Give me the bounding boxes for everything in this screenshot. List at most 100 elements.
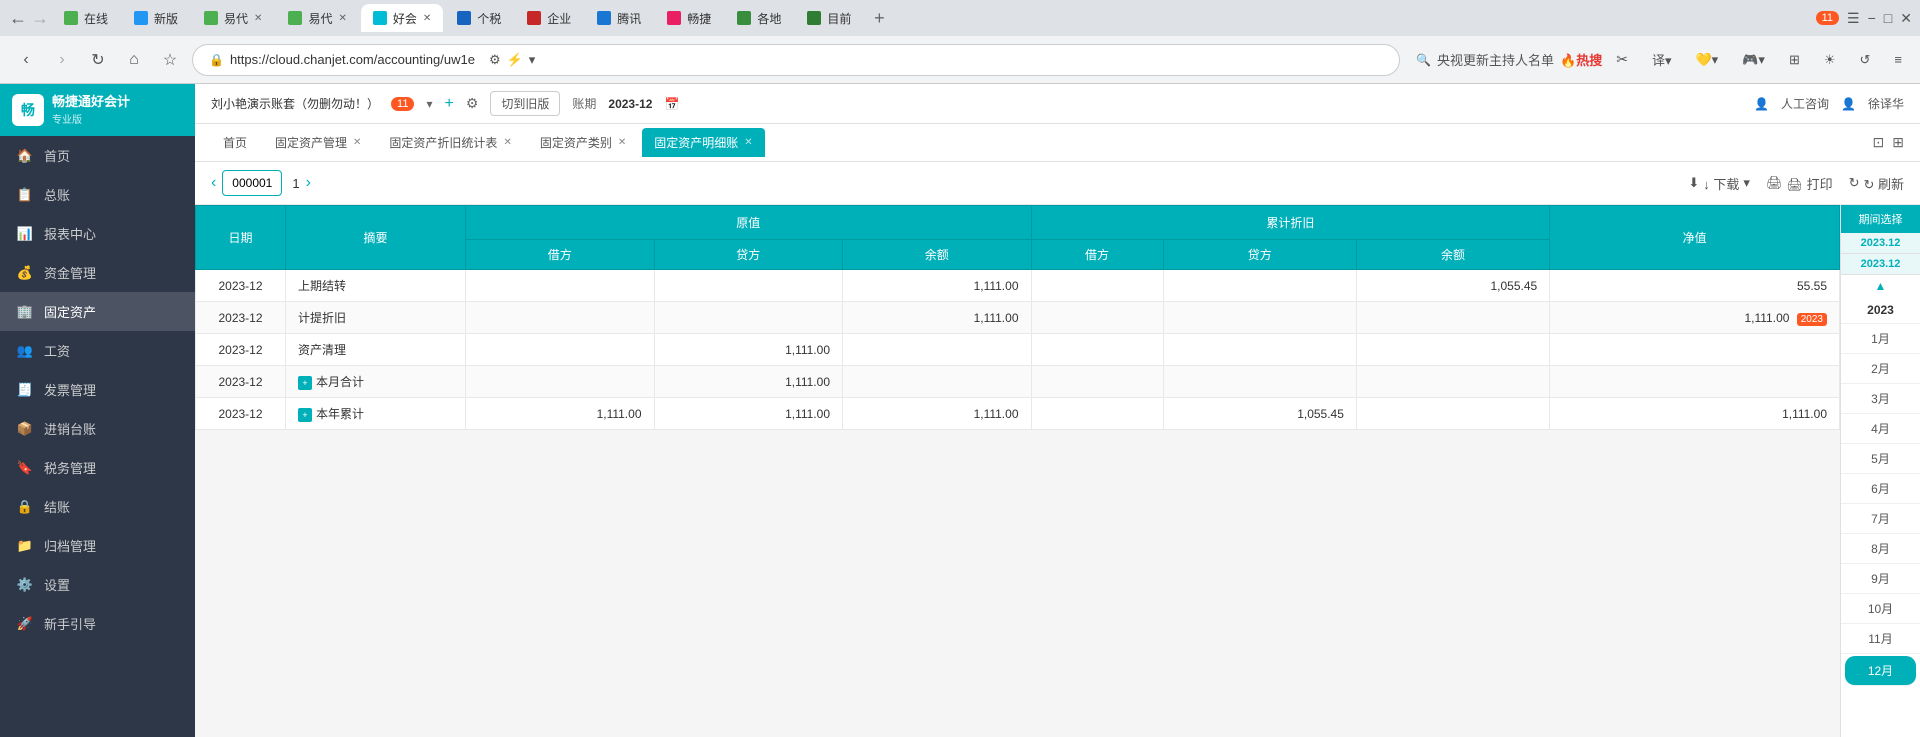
grid-tool[interactable]: ⊞ (1783, 48, 1806, 72)
close-tab-depreciation[interactable]: ✕ (503, 137, 511, 148)
period-month-11[interactable]: 11月 (1841, 624, 1920, 654)
browser-tab-xinban[interactable]: 新版 (122, 4, 190, 32)
refresh-nav-btn[interactable]: ↻ (84, 46, 112, 74)
page-number-input[interactable] (222, 170, 282, 196)
wallet-tool[interactable]: 💛▾ (1690, 48, 1725, 72)
account-dropdown-btn[interactable]: ▾ (426, 97, 432, 111)
add-account-btn[interactable]: + (444, 95, 453, 113)
cell-debit2 (1031, 270, 1163, 302)
dropdown-icon[interactable]: ▾ (529, 52, 536, 68)
period-month-10[interactable]: 10月 (1841, 594, 1920, 624)
prev-page-btn[interactable]: ‹ (211, 174, 216, 192)
browser-tab-tengxun[interactable]: 腾讯 (585, 4, 653, 32)
close-tab-fixed-mgmt[interactable]: ✕ (353, 137, 361, 148)
funds-icon: 💰 (16, 264, 34, 282)
period-scroll-up[interactable]: ▲ (1841, 275, 1920, 297)
calendar-icon[interactable]: 📅 (664, 97, 679, 111)
period-month-7[interactable]: 7月 (1841, 504, 1920, 534)
cell-debit1 (466, 302, 655, 334)
cell-credit1 (654, 270, 843, 302)
period-month-6[interactable]: 6月 (1841, 474, 1920, 504)
sidebar-item-ledger[interactable]: 📋 总账 (0, 175, 195, 214)
cell-date: 2023-12 (196, 302, 286, 334)
scissors-tool[interactable]: ✂ (1610, 47, 1634, 72)
sidebar-item-fixed-assets[interactable]: 🏢 固定资产 (0, 292, 195, 331)
period-year-2023[interactable]: 2023 (1841, 297, 1920, 324)
sidebar-item-funds[interactable]: 💰 资金管理 (0, 253, 195, 292)
download-dropdown-icon[interactable]: ▾ (1743, 175, 1750, 191)
sidebar-item-settings[interactable]: ⚙️ 设置 (0, 565, 195, 604)
period-month-12[interactable]: 12月 (1845, 656, 1916, 686)
brightness-tool[interactable]: ☀ (1818, 48, 1842, 72)
app-tab-depreciation[interactable]: 固定资产折旧统计表 ✕ (377, 128, 523, 157)
close-tab-category[interactable]: ✕ (618, 137, 626, 148)
browser-tab-changjie[interactable]: 畅捷 (655, 4, 723, 32)
browser-tab-yidai2[interactable]: 易代 ✕ (276, 4, 358, 32)
close-tab-detail[interactable]: ✕ (744, 137, 752, 148)
browser-tab-haohui[interactable]: 好会 ✕ (361, 4, 443, 32)
new-tab-btn[interactable]: + (865, 4, 893, 32)
close-tab-yidai2[interactable]: ✕ (338, 13, 346, 24)
app-tab-detail[interactable]: 固定资产明细账 ✕ (642, 128, 764, 157)
sidebar-item-home[interactable]: 🏠 首页 (0, 136, 195, 175)
switch-version-btn[interactable]: 切到旧版 (490, 91, 560, 116)
browser-tab-muqian[interactable]: 目前 (795, 4, 863, 32)
settings-header-btn[interactable]: ⚙ (466, 95, 479, 112)
browser-tab-zaixin[interactable]: 在线 (52, 4, 120, 32)
close-window-btn[interactable]: ✕ (1900, 10, 1912, 27)
menu-tool[interactable]: ≡ (1888, 48, 1908, 71)
period-month-3[interactable]: 3月 (1841, 384, 1920, 414)
tab-restore-icon[interactable]: ⊡ (1873, 134, 1885, 151)
sidebar-item-close-accounts[interactable]: 🔒 结账 (0, 487, 195, 526)
sidebar-item-invoice[interactable]: 🧾 发票管理 (0, 370, 195, 409)
translate-tool[interactable]: 译▾ (1646, 46, 1678, 73)
tab-expand-icon[interactable]: ⊞ (1892, 134, 1904, 151)
close-tab-yidai1[interactable]: ✕ (254, 13, 262, 24)
account-count-badge: 11 (391, 97, 414, 111)
period-month-8[interactable]: 8月 (1841, 534, 1920, 564)
app-tab-fixed-mgmt[interactable]: 固定资产管理 ✕ (263, 128, 373, 157)
maximize-btn[interactable]: □ (1884, 10, 1892, 26)
period-month-1[interactable]: 1月 (1841, 324, 1920, 354)
sidebar-item-reports[interactable]: 📊 报表中心 (0, 214, 195, 253)
browser-tab-geshui[interactable]: 个税 (445, 4, 513, 32)
browser-tab-qiye[interactable]: 企业 (515, 4, 583, 32)
sidebar-item-guide[interactable]: 🚀 新手引导 (0, 604, 195, 643)
period-month-9[interactable]: 9月 (1841, 564, 1920, 594)
support-label[interactable]: 人工咨询 (1781, 95, 1829, 112)
forward-btn[interactable]: → (30, 8, 50, 28)
back-btn[interactable]: ← (8, 8, 28, 28)
search-icon: 🔍 (1416, 53, 1431, 67)
minimize-btn[interactable]: − (1868, 10, 1876, 26)
period-month-4[interactable]: 4月 (1841, 414, 1920, 444)
content-toolbar: ‹ 1 › ⬇ ↓ 下载 ▾ 🖨 🖨 打印 ↻ ↻ 刷新 (195, 162, 1920, 205)
next-page-btn[interactable]: › (306, 174, 311, 192)
site-settings-icon[interactable]: ⚙ (489, 52, 501, 68)
refresh-btn[interactable]: ↻ ↻ 刷新 (1849, 174, 1904, 193)
app-tab-home[interactable]: 首页 (211, 128, 259, 157)
download-btn[interactable]: ⬇ ↓ 下载 ▾ (1688, 174, 1750, 193)
period-month-2[interactable]: 2月 (1841, 354, 1920, 384)
undo-tool[interactable]: ↺ (1854, 48, 1877, 72)
table-row: 2023-12 上期结转 1,111.00 1,055.45 55.55 (196, 270, 1840, 302)
back-nav-btn[interactable]: ‹ (12, 46, 40, 74)
sidebar-item-archive[interactable]: 📁 归档管理 (0, 526, 195, 565)
print-btn[interactable]: 🖨 🖨 打印 (1766, 174, 1833, 193)
sidebar-item-tax[interactable]: 🔖 税务管理 (0, 448, 195, 487)
sidebar-item-purchase-sale[interactable]: 📦 进销台账 (0, 409, 195, 448)
period-month-5[interactable]: 5月 (1841, 444, 1920, 474)
forward-nav-btn[interactable]: › (48, 46, 76, 74)
browser-tab-gedi[interactable]: 各地 (725, 4, 793, 32)
home-nav-btn[interactable]: ⌂ (120, 46, 148, 74)
game-tool[interactable]: 🎮▾ (1736, 48, 1771, 72)
hot-search-label[interactable]: 🔥热搜 (1560, 50, 1602, 69)
window-menu-btn[interactable]: ☰ (1847, 10, 1860, 27)
bookmark-btn[interactable]: ☆ (156, 46, 184, 74)
app-tab-category[interactable]: 固定资产类别 ✕ (528, 128, 638, 157)
browser-tab-yidai1[interactable]: 易代 ✕ (192, 4, 274, 32)
address-input[interactable]: 🔒 https://cloud.chanjet.com/accounting/u… (192, 44, 1400, 76)
cell-debit1: 1,111.00 (466, 398, 655, 430)
cell-credit2: 1,055.45 (1163, 398, 1356, 430)
sidebar-item-payroll[interactable]: 👥 工资 (0, 331, 195, 370)
close-tab-haohui[interactable]: ✕ (423, 13, 431, 24)
